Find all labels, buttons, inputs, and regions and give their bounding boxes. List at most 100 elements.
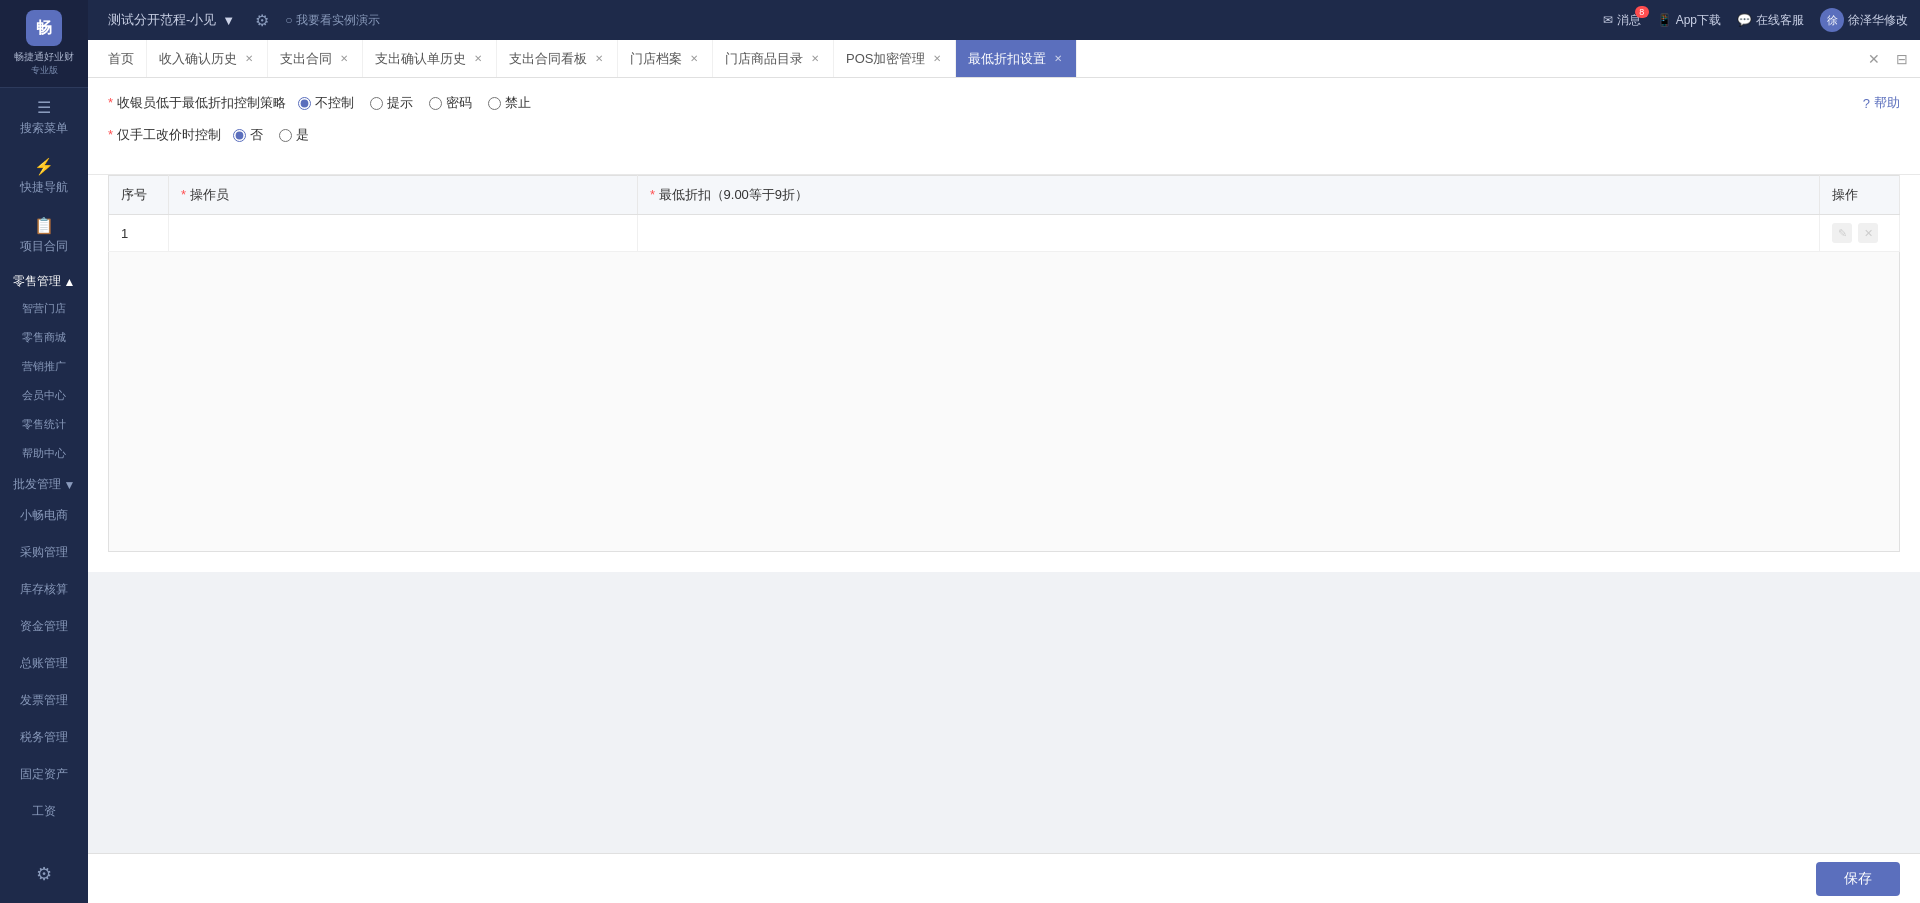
tab-contract[interactable]: 支出合同 ✕: [268, 40, 363, 78]
radio-no-input[interactable]: [233, 129, 246, 142]
sidebar-item-shortcut[interactable]: ⚡ 快捷导航: [0, 147, 88, 206]
sidebar-sub-label: 固定资产: [20, 766, 68, 783]
sidebar-item-online[interactable]: 零售商城: [0, 323, 88, 352]
sidebar-item-help[interactable]: 帮助中心: [0, 439, 88, 468]
sidebar-item-project[interactable]: 📋 项目合同: [0, 206, 88, 265]
tab-pos[interactable]: POS加密管理 ✕: [834, 40, 956, 78]
app-download-button[interactable]: 📱 App下载: [1657, 12, 1721, 29]
tab-label: 支出合同: [280, 50, 332, 68]
app-label: App下载: [1676, 12, 1721, 29]
tab-close-icon[interactable]: ✕: [809, 52, 821, 65]
radio-password[interactable]: 密码: [429, 94, 472, 112]
tab-close-icon[interactable]: ✕: [593, 52, 605, 65]
tab-menu-icon[interactable]: ⊟: [1892, 49, 1912, 69]
radio-forbid-input[interactable]: [488, 97, 501, 110]
sidebar-item-purchase[interactable]: 采购管理: [0, 534, 88, 571]
tab-store[interactable]: 门店档案 ✕: [618, 40, 713, 78]
sidebar-sub-label: 工资: [32, 803, 56, 820]
sidebar-item-fund[interactable]: 资金管理: [0, 608, 88, 645]
sidebar-sub-label: 总账管理: [20, 655, 68, 672]
sidebar: 畅 畅捷通好业财 专业版 ☰ 搜索菜单 ⚡ 快捷导航 📋 项目合同 零售管理 ▲…: [0, 0, 88, 903]
cell-operator[interactable]: [169, 215, 638, 252]
sidebar-item-inventory[interactable]: 库存核算: [0, 571, 88, 608]
tab-label: 门店档案: [630, 50, 682, 68]
radio-yes[interactable]: 是: [279, 126, 309, 144]
tab-payment[interactable]: 支出确认单历史 ✕: [363, 40, 497, 78]
sidebar-sub-label: 智营门店: [22, 301, 66, 316]
tab-close-all-icon[interactable]: ✕: [1864, 49, 1884, 69]
sidebar-item-invoice[interactable]: 发票管理: [0, 682, 88, 719]
sidebar-item-stats[interactable]: 零售统计: [0, 410, 88, 439]
topbar-settings-icon[interactable]: ⚙: [251, 7, 273, 34]
cell-discount[interactable]: [637, 215, 1819, 252]
sidebar-sub-label: 税务管理: [20, 729, 68, 746]
tab-discount[interactable]: 最低折扣设置 ✕: [956, 40, 1077, 78]
message-button[interactable]: ✉ 消息 8: [1603, 12, 1641, 29]
radio-remind-input[interactable]: [370, 97, 383, 110]
empty-cell: [109, 252, 1900, 552]
sidebar-item-wholesale[interactable]: 批发管理 ▼: [0, 468, 88, 497]
table-row: 1 ✎ ✕: [109, 215, 1900, 252]
tab-home[interactable]: 首页: [96, 40, 147, 78]
service-button[interactable]: 💬 在线客服: [1737, 12, 1804, 29]
sidebar-sub-label: 资金管理: [20, 618, 68, 635]
radio-forbid[interactable]: 禁止: [488, 94, 531, 112]
message-icon: ✉: [1603, 13, 1613, 27]
strategy-radio-group: 不控制 提示 密码 禁止: [298, 94, 531, 112]
tab-goods[interactable]: 门店商品目录 ✕: [713, 40, 834, 78]
sidebar-sub-label: 帮助中心: [22, 446, 66, 461]
demo-icon: ○: [285, 13, 292, 27]
tab-close-icon[interactable]: ✕: [931, 52, 943, 65]
tab-label: 门店商品目录: [725, 50, 803, 68]
user-info[interactable]: 徐 徐泽华修改: [1820, 8, 1908, 32]
tab-close-icon[interactable]: ✕: [243, 52, 255, 65]
sidebar-item-ledger[interactable]: 总账管理: [0, 645, 88, 682]
radio-remind[interactable]: 提示: [370, 94, 413, 112]
project-icon: 📋: [34, 216, 54, 235]
sidebar-item-smart[interactable]: 智营门店: [0, 294, 88, 323]
radio-label: 禁止: [505, 94, 531, 112]
radio-yes-input[interactable]: [279, 129, 292, 142]
tab-income[interactable]: 收入确认历史 ✕: [147, 40, 268, 78]
help-button[interactable]: ? 帮助: [1863, 94, 1900, 112]
download-icon: 📱: [1657, 13, 1672, 27]
discount-table: 序号 操作员 最低折扣（9.00等于9折） 操作: [108, 175, 1900, 552]
message-badge: 8: [1635, 6, 1649, 18]
sidebar-item-fixed[interactable]: 固定资产: [0, 756, 88, 793]
settings-gear-icon[interactable]: ⚙: [28, 855, 60, 893]
save-button[interactable]: 保存: [1816, 862, 1900, 896]
radio-password-input[interactable]: [429, 97, 442, 110]
lightning-icon: ⚡: [34, 157, 54, 176]
sidebar-item-label: 项目合同: [20, 238, 68, 255]
th-action: 操作: [1820, 176, 1900, 215]
tab-close-icon[interactable]: ✕: [472, 52, 484, 65]
tab-close-icon[interactable]: ✕: [338, 52, 350, 65]
tab-label: POS加密管理: [846, 50, 925, 68]
sidebar-item-marketing[interactable]: 营销推广: [0, 352, 88, 381]
sidebar-sub-label: 营销推广: [22, 359, 66, 374]
strategy-row: 收银员低于最低折扣控制策略 不控制 提示 密码: [108, 94, 1900, 112]
radio-no[interactable]: 否: [233, 126, 263, 144]
sidebar-item-tax[interactable]: 税务管理: [0, 719, 88, 756]
delete-icon[interactable]: ✕: [1858, 223, 1878, 243]
sidebar-sub-label: 采购管理: [20, 544, 68, 561]
topbar-right: ✉ 消息 8 📱 App下载 💬 在线客服 徐 徐泽华修改: [1603, 8, 1908, 32]
demo-link[interactable]: ○ 我要看实例演示: [285, 12, 380, 29]
radio-no-control-input[interactable]: [298, 97, 311, 110]
table-header-row: 序号 操作员 最低折扣（9.00等于9折） 操作: [109, 176, 1900, 215]
sidebar-item-retail[interactable]: 零售管理 ▲: [0, 265, 88, 294]
tab-close-icon[interactable]: ✕: [688, 52, 700, 65]
sidebar-bottom: ⚙: [0, 845, 88, 903]
sidebar-item-search[interactable]: ☰ 搜索菜单: [0, 88, 88, 147]
radio-label: 密码: [446, 94, 472, 112]
sidebar-item-salary[interactable]: 工资: [0, 793, 88, 830]
edit-icon[interactable]: ✎: [1832, 223, 1852, 243]
sidebar-item-ecommerce[interactable]: 小畅电商: [0, 497, 88, 534]
radio-no-control[interactable]: 不控制: [298, 94, 354, 112]
tab-label: 支出确认单历史: [375, 50, 466, 68]
tab-board[interactable]: 支出合同看板 ✕: [497, 40, 618, 78]
sidebar-item-member[interactable]: 会员中心: [0, 381, 88, 410]
project-selector[interactable]: 测试分开范程-小见 ▼: [100, 7, 243, 33]
tab-close-icon[interactable]: ✕: [1052, 52, 1064, 65]
tab-label: 最低折扣设置: [968, 50, 1046, 68]
